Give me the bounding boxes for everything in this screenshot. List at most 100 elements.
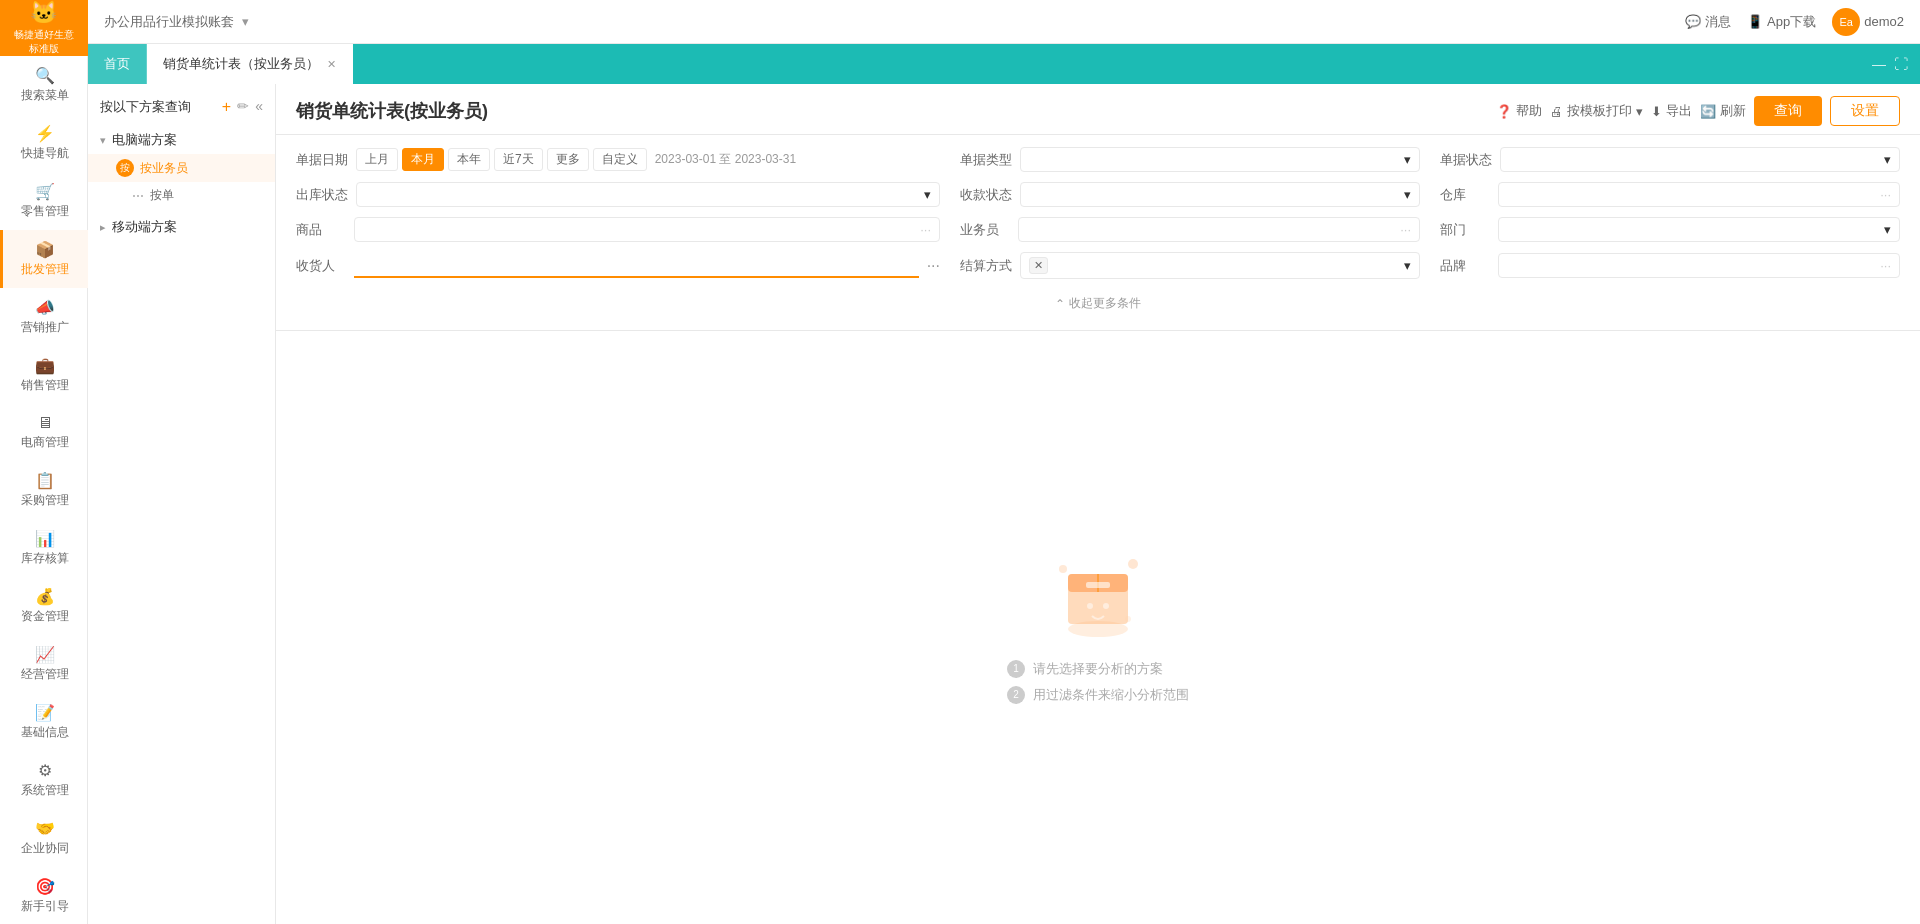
tab-close-icon[interactable]: ✕ [327,58,336,71]
basicinfo-icon: 📝 [7,703,84,722]
desktop-section-header[interactable]: ▾ 电脑端方案 [88,126,275,154]
custom-btn[interactable]: 自定义 [593,148,647,171]
filter-status-cell: 单据状态 ▾ [1440,147,1900,172]
collect-status-chevron: ▾ [1404,187,1411,202]
sidebar-item-newbie[interactable]: 🎯 新手引导 [0,867,88,924]
sidebar-item-search[interactable]: 🔍 搜索菜单 [0,56,88,114]
page-header: 销货单统计表(按业务员) ❓ 帮助 🖨 按模板打印 ▾ ⬇ 导出 [276,84,1920,135]
dept-cell: 部门 ▾ [1440,217,1900,242]
goods-cell: 商品 ··· [296,217,940,242]
tab-sales-stats-label: 销货单统计表（按业务员） [163,55,319,73]
export-btn[interactable]: ⬇ 导出 [1651,102,1692,120]
date-filter-label: 单据日期 [296,151,348,169]
settle-cell: 结算方式 ✕ ▾ [960,252,1420,279]
logo-text: 畅捷通好生意 [14,28,74,42]
panel-add-icon[interactable]: + [222,98,231,116]
step-1-circle: 1 [1007,660,1025,678]
main-content: 办公用品行业模拟账套 ▾ 💬 消息 📱 App下载 Ea demo2 首页 销货… [88,0,1920,924]
sidebar-item-label: 采购管理 [7,492,84,509]
sidebar-item-marketing[interactable]: 📣 营销推广 [0,288,88,346]
filter-row-1: 单据日期 上月 本月 本年 近7天 更多 自定义 2023-03-01 至 20… [296,147,1900,172]
sidebar-item-quicknav[interactable]: ⚡ 快捷导航 [0,114,88,172]
panel-collapse-icon[interactable]: « [255,98,263,116]
sidebar-item-collab[interactable]: 🤝 企业协同 [0,809,88,867]
svg-point-9 [1125,616,1131,622]
search-nav-icon: 🔍 [7,66,84,85]
receiver-cell: 收货人 ··· [296,253,940,278]
sidebar-item-label: 零售管理 [7,203,84,220]
sidebar-item-sales[interactable]: 💼 销售管理 [0,346,88,404]
tab-minimize-icon[interactable]: — [1872,56,1886,72]
brand-select[interactable]: ··· [1498,253,1900,278]
last-month-btn[interactable]: 上月 [356,148,398,171]
this-year-btn[interactable]: 本年 [448,148,490,171]
header-right: 💬 消息 📱 App下载 Ea demo2 [1685,8,1904,36]
panel-item-by-salesman[interactable]: 按 按业务员 [88,154,275,182]
empty-step-2: 2 用过滤条件来缩小分析范围 [1007,686,1189,704]
collapse-conditions-btn[interactable]: ⌃ 收起更多条件 [296,289,1900,318]
tabs-bar: 首页 销货单统计表（按业务员） ✕ — ⛶ [88,44,1920,84]
dept-select[interactable]: ▾ [1498,217,1900,242]
receiver-label: 收货人 [296,257,346,275]
content-area: 按以下方案查询 + ✏ « ▾ 电脑端方案 按 按业务员 ⋯ 按 [88,84,1920,924]
receiver-dots-icon[interactable]: ··· [927,257,940,275]
goods-label: 商品 [296,221,346,239]
out-status-select[interactable]: ▾ [356,182,940,207]
sidebar-item-label: 基础信息 [7,724,84,741]
receiver-input[interactable] [354,253,919,278]
type-select[interactable]: ▾ [1020,147,1420,172]
salesman-item-label: 按业务员 [140,160,188,177]
settle-clear-tag[interactable]: ✕ [1029,257,1048,274]
last-7-days-btn[interactable]: 近7天 [494,148,543,171]
help-btn[interactable]: ❓ 帮助 [1496,102,1542,120]
sidebar-item-inventory[interactable]: 📊 库存核算 [0,519,88,577]
sidebar-item-basic-info[interactable]: 📝 基础信息 [0,693,88,751]
more-btn[interactable]: 更多 [547,148,589,171]
print-chevron-icon: ▾ [1636,104,1643,119]
message-icon: 💬 [1685,14,1701,29]
sidebar-item-operations[interactable]: 📈 经营管理 [0,635,88,693]
sidebar-item-label: 库存核算 [7,550,84,567]
print-icon: 🖨 [1550,104,1563,119]
sidebar-item-ecommerce[interactable]: 🖥 电商管理 [0,404,88,461]
sidebar-item-label: 快捷导航 [7,145,84,162]
app-download-btn[interactable]: 📱 App下载 [1747,13,1816,31]
sidebar-item-purchase[interactable]: 📋 采购管理 [0,461,88,519]
this-month-btn[interactable]: 本月 [402,148,444,171]
empty-inner: 1 请先选择要分析的方案 2 用过滤条件来缩小分析范围 [1007,544,1189,712]
sidebar-item-wholesale[interactable]: 📦 批发管理 [0,230,88,288]
message-btn[interactable]: 💬 消息 [1685,13,1731,31]
sidebar-item-retail[interactable]: 🛒 零售管理 [0,172,88,230]
mobile-section-label: 移动端方案 [112,218,177,236]
logo[interactable]: 🐱 畅捷通好生意 标准版 [0,0,88,56]
brand-label: 品牌 [1440,257,1490,275]
tab-home[interactable]: 首页 [88,44,147,84]
settle-select[interactable]: ✕ ▾ [1020,252,1420,279]
panel-section-mobile: ▸ 移动端方案 [88,213,275,241]
panel-item-by-order[interactable]: ⋯ 按单 [88,182,275,209]
panel-section-desktop: ▾ 电脑端方案 按 按业务员 ⋯ 按单 [88,126,275,209]
marketing-icon: 📣 [7,298,84,317]
template-print-btn[interactable]: 🖨 按模板打印 ▾ [1550,102,1643,120]
goods-select[interactable]: ··· [354,217,940,242]
sidebar-item-system[interactable]: ⚙ 系统管理 [0,751,88,809]
settings-button[interactable]: 设置 [1830,96,1900,126]
tab-sales-stats[interactable]: 销货单统计表（按业务员） ✕ [147,44,353,84]
query-button[interactable]: 查询 [1754,96,1822,126]
panel-edit-icon[interactable]: ✏ [237,98,249,116]
dropdown-chevron-icon[interactable]: ▾ [242,14,249,29]
warehouse-select[interactable]: ··· [1498,182,1900,207]
salesman-select[interactable]: ··· [1018,217,1420,242]
date-range-text: 2023-03-01 至 2023-03-31 [655,151,796,168]
sidebar-item-label: 新手引导 [7,898,84,915]
mobile-section-header[interactable]: ▸ 移动端方案 [88,213,275,241]
sidebar-item-finance[interactable]: 💰 资金管理 [0,577,88,635]
status-select[interactable]: ▾ [1500,147,1900,172]
salesman-dots: ··· [1400,222,1411,237]
sidebar-item-label: 营销推广 [7,319,84,336]
refresh-btn[interactable]: 🔄 刷新 [1700,102,1746,120]
user-avatar-area[interactable]: Ea demo2 [1832,8,1904,36]
tab-maximize-icon[interactable]: ⛶ [1894,56,1908,72]
header-left: 办公用品行业模拟账套 ▾ [104,13,249,31]
collect-status-select[interactable]: ▾ [1020,182,1420,207]
